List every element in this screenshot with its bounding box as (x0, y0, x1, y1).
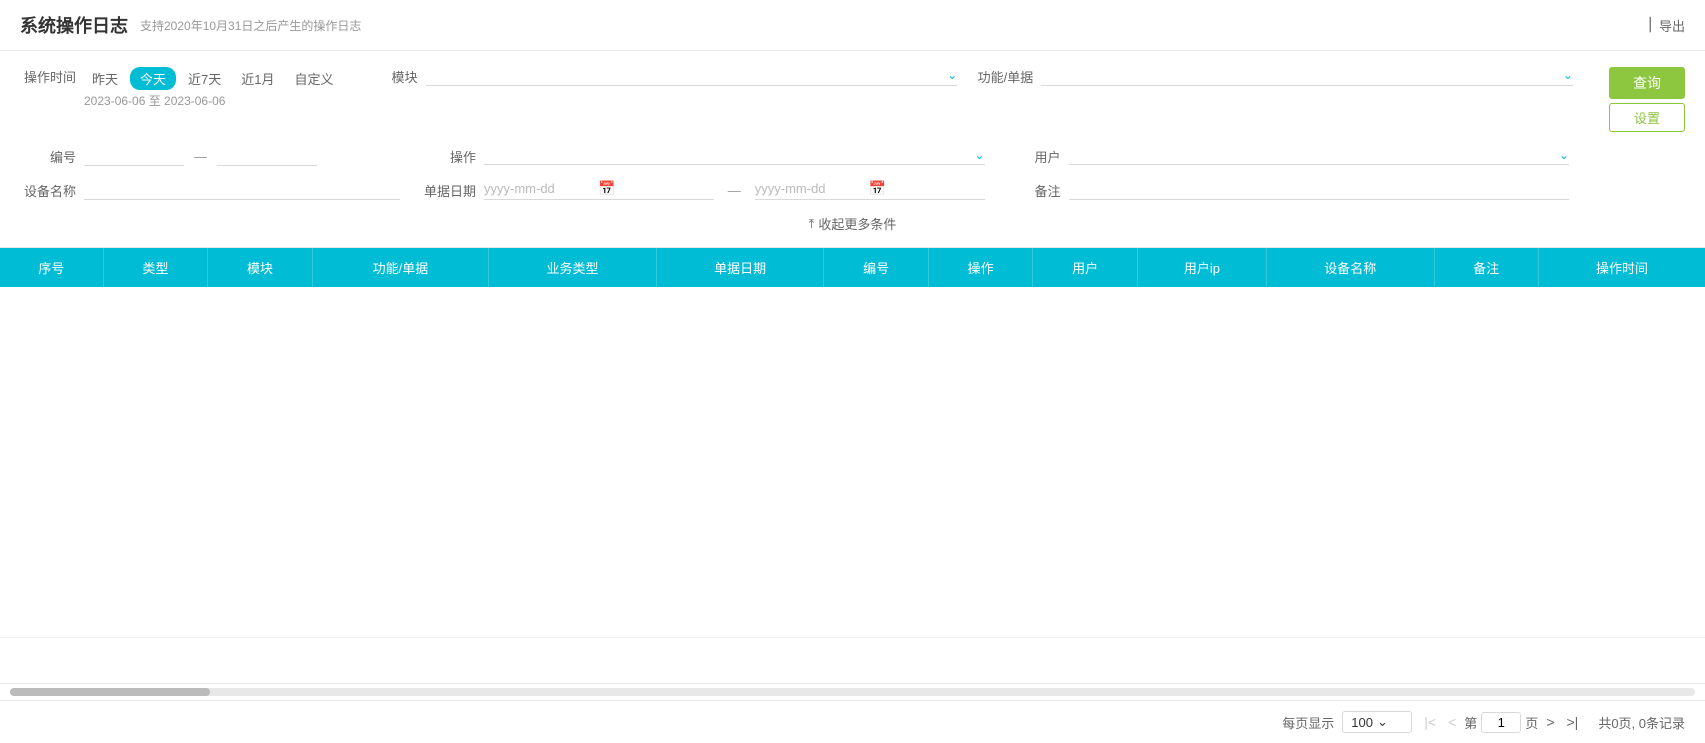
table-header: 序号 类型 模块 功能/单据 业务类型 单据日期 编号 操作 用户 用户ip 设… (0, 248, 1705, 287)
pagination-area: 每页显示 100 ⌄ |< < 第 页 > >| 共0页, 0条记录 (0, 700, 1705, 743)
module-select-wrapper[interactable]: ⌄ (426, 68, 958, 86)
page-last-button[interactable]: >| (1563, 712, 1583, 732)
operation-filter-cell: 操作 ⌄ (420, 147, 985, 166)
data-table: 序号 类型 模块 功能/单据 业务类型 单据日期 编号 操作 用户 用户ip 设… (0, 248, 1705, 638)
col-biz-type: 业务类型 (489, 248, 657, 287)
page-first-button[interactable]: |< (1420, 712, 1440, 732)
col-user: 用户 (1033, 248, 1137, 287)
col-operation: 操作 (928, 248, 1032, 287)
table-body (0, 287, 1705, 637)
col-device: 设备名称 (1266, 248, 1434, 287)
time-range-display: 2023-06-06 至 2023-06-06 (84, 92, 342, 109)
user-filter-cell: 用户 ⌄ (1005, 147, 1570, 166)
date-to-input[interactable] (755, 181, 865, 196)
collapse-chevron-icon: ⤒ (809, 216, 815, 232)
collapse-bar: ⤒ 收起更多条件 (20, 208, 1685, 237)
col-code: 编号 (824, 248, 928, 287)
operation-label: 操作 (420, 147, 476, 166)
col-user-ip: 用户ip (1137, 248, 1266, 287)
date-dash: — (728, 183, 741, 198)
empty-row (0, 287, 1705, 637)
page-prev-button[interactable]: < (1444, 712, 1460, 732)
table-header-row: 序号 类型 模块 功能/单据 业务类型 单据日期 编号 操作 用户 用户ip 设… (0, 248, 1705, 287)
operation-select-wrapper[interactable]: ⌄ (484, 147, 985, 165)
calendar-to-icon[interactable]: 📅 (869, 180, 886, 197)
user-label: 用户 (1005, 147, 1061, 166)
code-range: — (84, 146, 400, 166)
time-btn-custom[interactable]: 自定义 (287, 67, 342, 90)
module-filter-cell: 模块 ⌄ (362, 67, 958, 86)
date-to-wrapper: 📅 (755, 180, 985, 200)
page-suffix: 页 (1525, 713, 1538, 732)
code-label: 编号 (20, 147, 76, 166)
col-doc-date: 单据日期 (656, 248, 824, 287)
empty-cell (0, 287, 1705, 637)
module-label: 模块 (362, 67, 418, 86)
time-filter-group: 昨天 今天 近7天 近1月 自定义 2023-06-06 至 2023-06-0… (84, 67, 342, 109)
total-info: 共0页, 0条记录 (1598, 713, 1685, 732)
page-container: 系统操作日志 支持2020年10月31日之后产生的操作日志 ⎢ 导出 操作时间 … (0, 0, 1705, 743)
per-page-arrow-icon: ⌄ (1377, 714, 1388, 730)
time-btn-yesterday[interactable]: 昨天 (84, 67, 126, 90)
collapse-button[interactable]: ⤒ 收起更多条件 (809, 214, 897, 233)
calendar-from-icon[interactable]: 📅 (598, 180, 615, 197)
device-filter-cell: 设备名称 (20, 180, 400, 200)
export-button[interactable]: ⎢ 导出 (1648, 16, 1685, 35)
query-button[interactable]: 查询 (1609, 67, 1685, 99)
note-label: 备注 (1005, 181, 1061, 200)
user-select-wrapper[interactable]: ⌄ (1069, 147, 1570, 165)
table-area: 序号 类型 模块 功能/单据 业务类型 单据日期 编号 操作 用户 用户ip 设… (0, 248, 1705, 683)
scrollbar-track[interactable] (10, 688, 1695, 696)
note-filter-cell: 备注 (1005, 180, 1570, 200)
filter-area: 操作时间 昨天 今天 近7天 近1月 自定义 2023-06-06 至 2023… (0, 51, 1705, 248)
code-dash: — (194, 149, 207, 164)
export-icon: ⎢ (1648, 17, 1655, 33)
per-page-select[interactable]: 100 ⌄ (1342, 711, 1412, 733)
time-filter-label: 操作时间 (20, 67, 76, 86)
page-label: 第 (1464, 713, 1477, 732)
page-next-button[interactable]: > (1542, 712, 1558, 732)
page-header: 系统操作日志 支持2020年10月31日之后产生的操作日志 ⎢ 导出 (0, 0, 1705, 51)
col-op-time: 操作时间 (1539, 248, 1705, 287)
scrollbar-thumb[interactable] (10, 688, 210, 696)
scrollbar-area (0, 683, 1705, 700)
user-select[interactable] (1069, 147, 1570, 162)
time-btn-7days[interactable]: 近7天 (180, 67, 229, 90)
doc-date-filter-cell: 单据日期 📅 — 📅 (420, 180, 985, 200)
header-title-area: 系统操作日志 支持2020年10月31日之后产生的操作日志 (20, 12, 361, 38)
code-to-input[interactable] (217, 146, 317, 166)
code-from-input[interactable] (84, 146, 184, 166)
time-btn-today[interactable]: 今天 (130, 67, 176, 90)
page-nav: |< < 第 页 > >| (1420, 712, 1582, 733)
page-number-input[interactable] (1481, 712, 1521, 733)
time-filter-cell: 操作时间 昨天 今天 近7天 近1月 自定义 2023-06-06 至 2023… (20, 67, 342, 109)
action-buttons: 查询 设置 (1609, 67, 1685, 132)
per-page-label: 每页显示 (1282, 713, 1334, 732)
per-page-value: 100 (1351, 715, 1373, 730)
page-title: 系统操作日志 (20, 12, 128, 38)
device-label: 设备名称 (20, 181, 76, 200)
doc-date-label: 单据日期 (420, 181, 476, 200)
device-input[interactable] (84, 180, 400, 200)
operation-select[interactable] (484, 147, 985, 162)
function-filter-cell: 功能/单据 ⌄ (977, 67, 1573, 86)
date-from-input[interactable] (484, 181, 594, 196)
date-from-wrapper: 📅 (484, 180, 714, 200)
time-btn-1month[interactable]: 近1月 (233, 67, 282, 90)
function-select[interactable] (1041, 68, 1573, 83)
col-module: 模块 (208, 248, 312, 287)
col-seq: 序号 (0, 248, 103, 287)
page-subtitle: 支持2020年10月31日之后产生的操作日志 (140, 17, 361, 34)
note-input[interactable] (1069, 180, 1570, 200)
module-select[interactable] (426, 68, 958, 83)
settings-button[interactable]: 设置 (1609, 103, 1685, 132)
col-note: 备注 (1434, 248, 1538, 287)
code-filter-cell: 编号 — (20, 146, 400, 166)
function-label: 功能/单据 (977, 67, 1033, 86)
function-select-wrapper[interactable]: ⌄ (1041, 68, 1573, 86)
col-type: 类型 (103, 248, 207, 287)
col-function: 功能/单据 (312, 248, 488, 287)
